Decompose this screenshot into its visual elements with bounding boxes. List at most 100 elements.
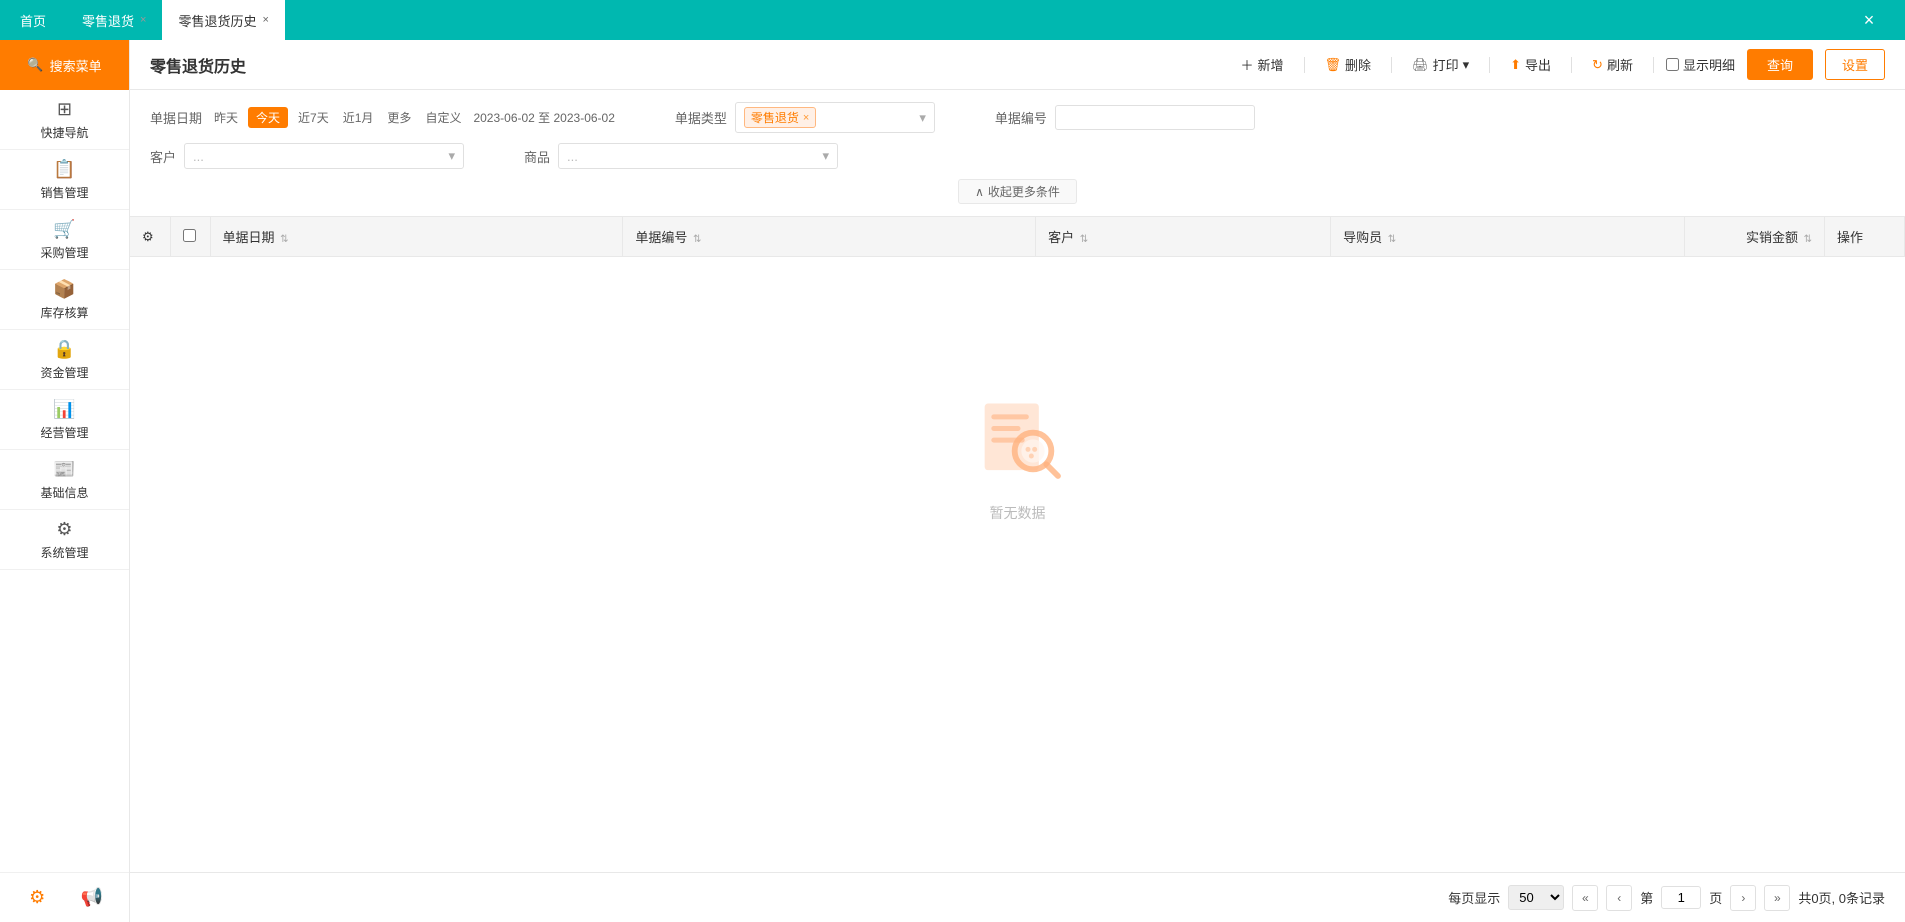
data-table: ⚙ 单据日期 ⇅ 单据编号 ⇅ <box>130 217 1905 257</box>
date-opt-more[interactable]: 更多 <box>383 107 415 128</box>
page-number-input[interactable] <box>1661 886 1701 909</box>
setting-button[interactable]: 设置 <box>1825 49 1885 80</box>
add-label: 新增 <box>1258 55 1284 74</box>
sidebar-settings-button[interactable]: ⚙ <box>21 882 53 914</box>
divider-2 <box>1391 57 1392 73</box>
date-opt-today[interactable]: 今天 <box>248 107 288 128</box>
header-actions: ＋ 新增 🗑 删除 🖨 打印 ▾ ⬆ 导出 <box>1232 49 1885 80</box>
date-sort-icon: ⇅ <box>280 234 288 245</box>
delete-button[interactable]: 🗑 删除 <box>1317 51 1380 78</box>
th-voucher-no[interactable]: 单据编号 ⇅ <box>623 217 1036 257</box>
th-customer[interactable]: 客户 ⇅ <box>1036 217 1331 257</box>
tab-retail-return[interactable]: 零售退货 × <box>66 0 162 40</box>
th-checkbox[interactable] <box>170 217 210 257</box>
speaker-icon: 📢 <box>81 887 103 908</box>
show-detail-input[interactable] <box>1666 58 1679 71</box>
voucher-filter: 单据编号 <box>995 105 1255 130</box>
date-range-text: 2023-06-02 至 2023-06-02 <box>473 109 614 126</box>
top-bar: 首页 零售退货 × 零售退货历史 × × <box>0 0 1905 40</box>
th-guide[interactable]: 导购员 ⇅ <box>1331 217 1685 257</box>
customer-select[interactable]: ... ▾ <box>184 143 464 169</box>
tab-retail-return-label: 零售退货 <box>82 11 134 30</box>
sidebar-item-quick-nav[interactable]: ⊞ 快捷导航 <box>0 90 129 150</box>
show-detail-label: 显示明细 <box>1683 55 1735 74</box>
settings-gear-icon[interactable]: ⚙ <box>142 229 154 244</box>
tab-retail-return-history[interactable]: 零售退货历史 × <box>162 0 284 40</box>
collapse-up-icon: ∧ <box>975 185 984 199</box>
page-last-button[interactable]: » <box>1764 885 1790 911</box>
purchase-icon: 🛒 <box>53 219 75 240</box>
tab-retail-return-history-close[interactable]: × <box>262 14 268 26</box>
sidebar-item-sales-mgmt[interactable]: 📋 销售管理 <box>0 150 129 210</box>
sidebar-item-sys-mgmt[interactable]: ⚙ 系统管理 <box>0 510 129 570</box>
sidebar-item-finance[interactable]: 🔒 资金管理 <box>0 330 129 390</box>
empty-text: 暂无数据 <box>990 503 1046 523</box>
print-icon: 🖨 <box>1412 57 1429 73</box>
ops-icon: 📊 <box>53 399 75 420</box>
guide-sort-icon: ⇅ <box>1388 234 1396 245</box>
type-select[interactable]: 零售退货 × ▾ <box>735 102 935 133</box>
pagination-bar: 每页显示 20 50 100 « ‹ 第 页 › » 共0页, 0条记录 <box>130 872 1905 922</box>
page-prev-button[interactable]: ‹ <box>1606 885 1632 911</box>
th-date-label: 单据日期 <box>223 230 275 245</box>
date-opt-custom[interactable]: 自定义 <box>421 107 465 128</box>
sidebar-search[interactable]: 🔍 搜索菜单 <box>0 40 129 90</box>
table-header-row: ⚙ 单据日期 ⇅ 单据编号 ⇅ <box>130 217 1905 257</box>
export-button[interactable]: ⬆ 导出 <box>1502 51 1559 78</box>
date-filter-label: 单据日期 <box>150 108 202 127</box>
query-button[interactable]: 查询 <box>1747 49 1813 80</box>
th-voucher-no-label: 单据编号 <box>635 230 687 245</box>
sidebar-item-inventory-label: 库存核算 <box>40 304 88 321</box>
date-opt-1month[interactable]: 近1月 <box>339 107 378 128</box>
show-detail-checkbox[interactable]: 显示明细 <box>1666 55 1735 74</box>
voucher-input[interactable] <box>1055 105 1255 130</box>
tab-home[interactable]: 首页 <box>0 11 66 30</box>
date-opt-yesterday[interactable]: 昨天 <box>210 107 242 128</box>
sidebar-item-inventory[interactable]: 📦 库存核算 <box>0 270 129 330</box>
voucher-sort-icon: ⇅ <box>693 234 701 245</box>
page-next-button[interactable]: › <box>1730 885 1756 911</box>
th-amount[interactable]: 实销金额 ⇅ <box>1685 217 1825 257</box>
add-button[interactable]: ＋ 新增 <box>1232 51 1291 78</box>
tab-retail-return-close[interactable]: × <box>140 14 146 26</box>
table-head: ⚙ 单据日期 ⇅ 单据编号 ⇅ <box>130 217 1905 257</box>
refresh-button[interactable]: ↻ 刷新 <box>1584 51 1641 78</box>
type-tag-close[interactable]: × <box>803 112 809 124</box>
filter-row-1: 单据日期 昨天 今天 近7天 近1月 更多 自定义 2023-06-02 至 2… <box>150 102 1885 133</box>
sales-icon: 📋 <box>53 159 75 180</box>
window-close-button[interactable]: × <box>1849 0 1889 40</box>
th-date[interactable]: 单据日期 ⇅ <box>210 217 623 257</box>
customer-placeholder: ... <box>193 149 204 164</box>
divider-3 <box>1489 57 1490 73</box>
sidebar-search-label: 搜索菜单 <box>50 56 102 75</box>
date-filter: 单据日期 昨天 今天 近7天 近1月 更多 自定义 2023-06-02 至 2… <box>150 107 615 128</box>
customer-chevron-icon: ▾ <box>448 148 455 164</box>
sidebar-item-base-info[interactable]: 📰 基础信息 <box>0 450 129 510</box>
main-layout: 🔍 搜索菜单 ⊞ 快捷导航 📋 销售管理 🛒 采购管理 📦 库存核算 🔒 资金管… <box>0 40 1905 922</box>
sidebar-item-ops-mgmt[interactable]: 📊 经营管理 <box>0 390 129 450</box>
customer-filter-label: 客户 <box>150 147 176 166</box>
search-icon: 🔍 <box>27 57 43 73</box>
th-amount-label: 实销金额 <box>1746 230 1798 245</box>
sidebar-speaker-button[interactable]: 📢 <box>76 882 108 914</box>
collapse-button[interactable]: ∧ 收起更多条件 <box>958 179 1077 204</box>
page-size-select[interactable]: 20 50 100 <box>1508 885 1564 910</box>
page-size-label: 每页显示 <box>1448 888 1500 907</box>
content-area: 零售退货历史 ＋ 新增 🗑 删除 🖨 打印 ▾ <box>130 40 1905 922</box>
select-all-checkbox[interactable] <box>183 229 196 242</box>
customer-sort-icon: ⇅ <box>1080 234 1088 245</box>
sys-icon: ⚙ <box>56 519 72 540</box>
delete-label: 删除 <box>1345 55 1371 74</box>
empty-state: 暂无数据 <box>130 257 1905 657</box>
page-first-button[interactable]: « <box>1572 885 1598 911</box>
product-placeholder: ... <box>567 149 578 164</box>
page-word: 第 <box>1640 888 1653 907</box>
product-select[interactable]: ... ▾ <box>558 143 838 169</box>
th-action: 操作 <box>1825 217 1905 257</box>
print-button[interactable]: 🖨 打印 ▾ <box>1404 51 1477 78</box>
collapse-row: ∧ 收起更多条件 <box>150 179 1885 204</box>
date-opt-7days[interactable]: 近7天 <box>294 107 333 128</box>
product-filter: 商品 ... ▾ <box>524 143 838 169</box>
th-settings[interactable]: ⚙ <box>130 217 170 257</box>
sidebar-item-purchase-mgmt[interactable]: 🛒 采购管理 <box>0 210 129 270</box>
